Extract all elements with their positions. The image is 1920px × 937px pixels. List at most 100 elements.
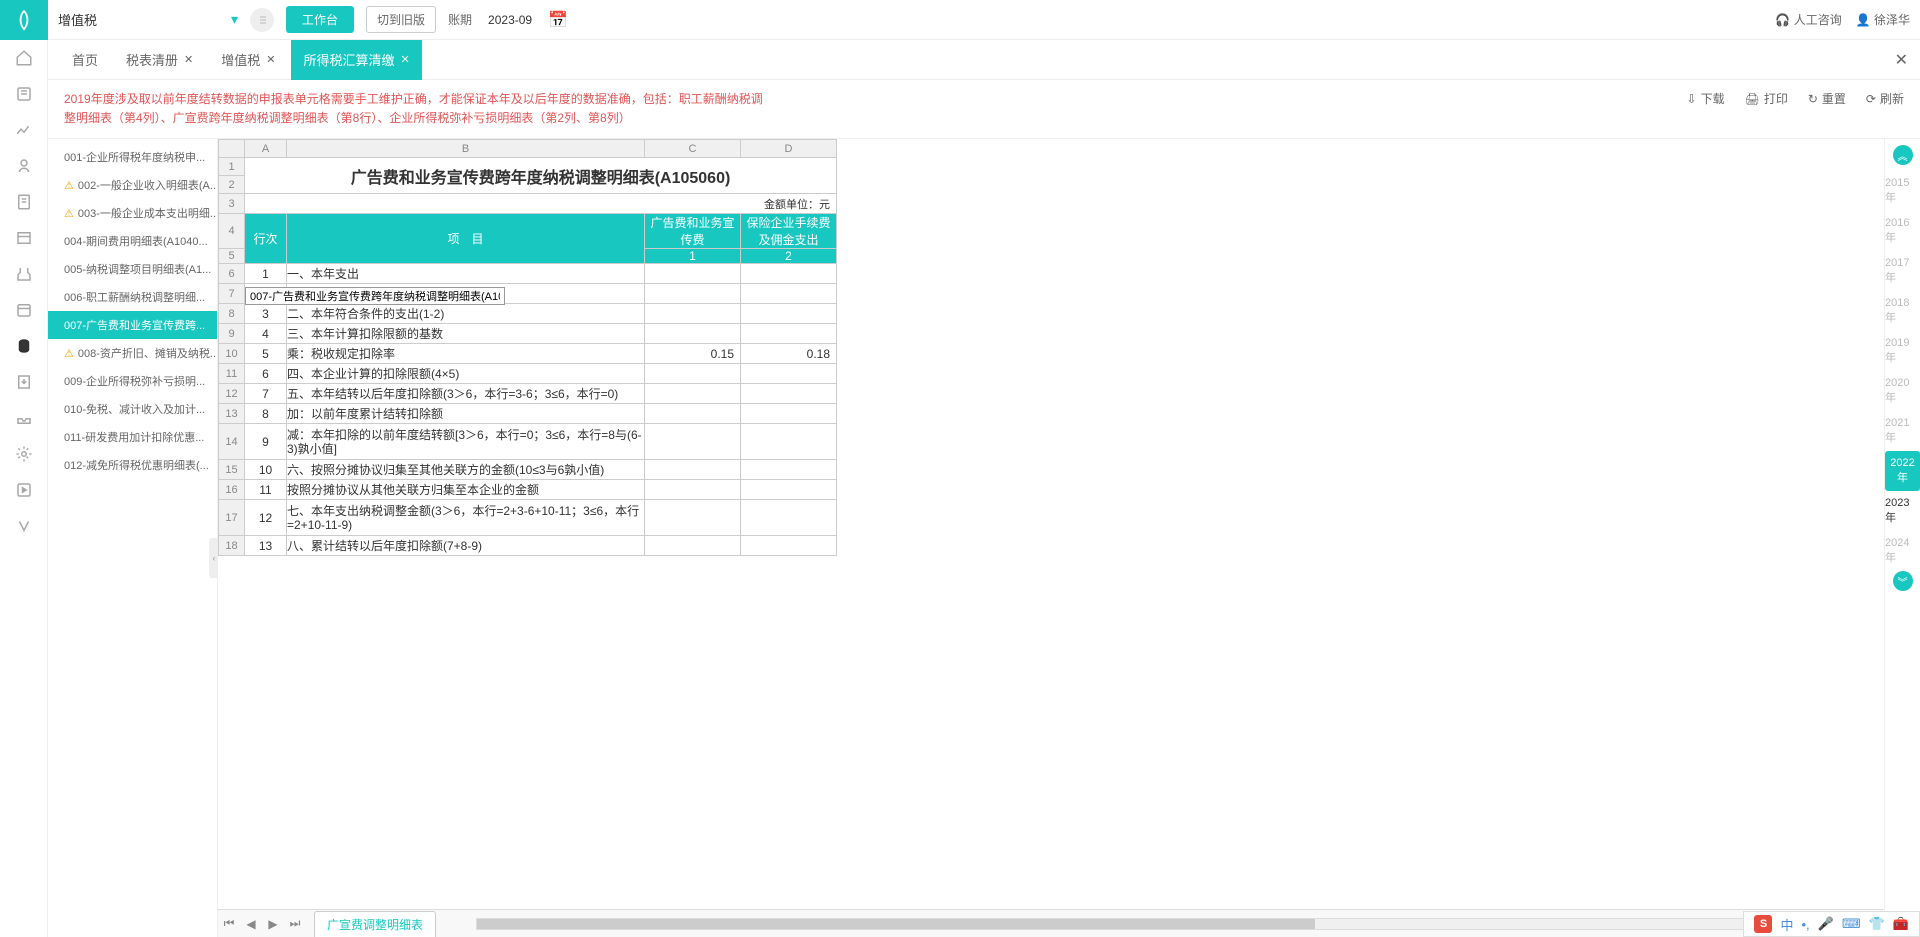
col-header-d[interactable]: D (741, 140, 837, 158)
cell[interactable] (741, 264, 837, 284)
year-up-icon[interactable]: ︽ (1893, 145, 1913, 165)
list-icon[interactable] (250, 8, 274, 32)
sheet-table[interactable]: A B C D 1广告费和业务宣传费跨年度纳税调整明细表(A105060) 2 … (218, 139, 837, 556)
row-header[interactable]: 15 (219, 460, 245, 480)
nav-export-icon[interactable] (0, 364, 48, 400)
cell[interactable] (741, 324, 837, 344)
cell[interactable] (645, 460, 741, 480)
cell[interactable]: 一、本年支出 (287, 264, 645, 284)
form-item[interactable]: 004-期间费用明细表(A1040... (48, 227, 217, 255)
close-icon[interactable]: ✕ (401, 53, 410, 66)
cell[interactable] (645, 404, 741, 424)
cell[interactable]: 13 (245, 536, 287, 556)
year-item[interactable]: 2019年 (1885, 331, 1920, 371)
cell[interactable]: 7 (245, 384, 287, 404)
year-item[interactable]: 2020年 (1885, 371, 1920, 411)
print-button[interactable]: 🖨 打印 (1745, 90, 1788, 107)
nav-inbox-icon[interactable] (0, 400, 48, 436)
cell[interactable] (741, 304, 837, 324)
cell[interactable] (741, 500, 837, 536)
row-header[interactable]: 18 (219, 536, 245, 556)
cell[interactable] (741, 536, 837, 556)
sheet-tab[interactable]: 广宣费调整明细表 (314, 911, 436, 937)
sheet-next-icon[interactable]: ▶ (262, 917, 284, 931)
cell[interactable]: 七、本年支出纳税调整金额(3＞6，本行=2+3-6+10-11；3≤6，本行=2… (287, 500, 645, 536)
collapse-handle[interactable]: ‹ (209, 538, 218, 578)
calendar-icon[interactable]: 📅 (548, 10, 568, 30)
form-item[interactable]: 005-纳税调整项目明细表(A1... (48, 255, 217, 283)
cell[interactable]: 5 (245, 344, 287, 364)
cell[interactable] (741, 460, 837, 480)
form-item[interactable]: 007-广告费和业务宣传费跨... (48, 311, 217, 339)
year-item[interactable]: 2021年 (1885, 411, 1920, 451)
year-down-icon[interactable]: ︾ (1893, 571, 1913, 591)
workbench-button[interactable]: 工作台 (286, 6, 354, 33)
cell[interactable] (645, 264, 741, 284)
col-header-c[interactable]: C (645, 140, 741, 158)
ime-keyboard-icon[interactable]: ⌨ (1842, 916, 1861, 932)
cell[interactable]: 11 (245, 480, 287, 500)
refresh-button[interactable]: ⟳ 刷新 (1866, 90, 1904, 107)
cell[interactable] (645, 536, 741, 556)
form-item[interactable]: 010-免税、减计收入及加计... (48, 395, 217, 423)
close-icon[interactable]: ✕ (266, 53, 275, 66)
cell[interactable] (741, 284, 837, 304)
cell[interactable]: 乘：税收规定扣除率 (287, 344, 645, 364)
year-item[interactable]: 2015年 (1885, 171, 1920, 211)
nav-v-icon[interactable] (0, 508, 48, 544)
form-item[interactable]: ⚠008-资产折旧、摊销及纳税... (48, 339, 217, 367)
form-item[interactable]: 012-减免所得税优惠明细表(... (48, 451, 217, 479)
tax-type-dropdown[interactable]: 增值税▾ (58, 10, 238, 29)
switch-old-button[interactable]: 切到旧版 (366, 6, 436, 33)
nav-ledger-icon[interactable] (0, 76, 48, 112)
cell[interactable]: 10 (245, 460, 287, 480)
row-header[interactable]: 13 (219, 404, 245, 424)
sheet-last-icon[interactable]: ⏭ (284, 916, 306, 931)
close-icon[interactable]: ✕ (184, 53, 193, 66)
cell[interactable] (741, 404, 837, 424)
tab-home[interactable]: 首页 (60, 40, 110, 80)
cell[interactable]: 9 (245, 424, 287, 460)
year-item[interactable]: 2018年 (1885, 291, 1920, 331)
ime-mic-icon[interactable]: 🎤 (1818, 916, 1834, 932)
cell[interactable] (741, 480, 837, 500)
tab-tax-list[interactable]: 税表清册✕ (114, 40, 205, 80)
sheet-prev-icon[interactable]: ◀ (240, 917, 262, 931)
cell[interactable] (645, 480, 741, 500)
col-header-a[interactable]: A (245, 140, 287, 158)
cell[interactable]: 六、按照分摊协议归集至其他关联方的金额(10≤3与6孰小值) (287, 460, 645, 480)
h-scrollbar[interactable] (476, 918, 1874, 930)
cell[interactable] (741, 364, 837, 384)
row-header[interactable]: 14 (219, 424, 245, 460)
ime-skin-icon[interactable]: 👕 (1869, 916, 1885, 932)
cell[interactable]: 12 (245, 500, 287, 536)
cell[interactable]: 减：本年扣除的以前年度结转额[3＞6，本行=0；3≤6，本行=8与(6-3)孰小… (287, 424, 645, 460)
row-header[interactable]: 9 (219, 324, 245, 344)
row-header[interactable]: 10 (219, 344, 245, 364)
nav-chart-icon[interactable] (0, 112, 48, 148)
reset-button[interactable]: ↻ 重置 (1808, 90, 1846, 107)
cell[interactable] (645, 500, 741, 536)
form-item[interactable]: 006-职工薪酬纳税调整明细... (48, 283, 217, 311)
year-item[interactable]: 2022年 (1885, 451, 1920, 491)
ime-toolbox-icon[interactable]: 🧰 (1893, 916, 1909, 932)
cell[interactable]: 4 (245, 324, 287, 344)
support-link[interactable]: 🎧 人工咨询 (1775, 11, 1841, 28)
cell[interactable] (741, 424, 837, 460)
year-item[interactable]: 2023年 (1885, 491, 1920, 531)
cell[interactable] (645, 364, 741, 384)
year-item[interactable]: 2017年 (1885, 251, 1920, 291)
year-item[interactable]: 2024年 (1885, 531, 1920, 571)
cell[interactable]: 6 (245, 364, 287, 384)
cell[interactable]: 三、本年计算扣除限额的基数 (287, 324, 645, 344)
cell[interactable]: 二、本年符合条件的支出(1-2) (287, 304, 645, 324)
cell[interactable] (645, 284, 741, 304)
nav-doc-icon[interactable] (0, 184, 48, 220)
cell[interactable] (645, 324, 741, 344)
period-value[interactable]: 2023-09 (488, 13, 532, 27)
cell[interactable]: 8 (245, 404, 287, 424)
ime-logo[interactable]: S (1754, 915, 1772, 933)
form-item[interactable]: 011-研发费用加计扣除优惠... (48, 423, 217, 451)
ime-punct-icon[interactable]: •, (1802, 917, 1810, 932)
cell[interactable]: 八、累计结转以后年度扣除额(7+8-9) (287, 536, 645, 556)
